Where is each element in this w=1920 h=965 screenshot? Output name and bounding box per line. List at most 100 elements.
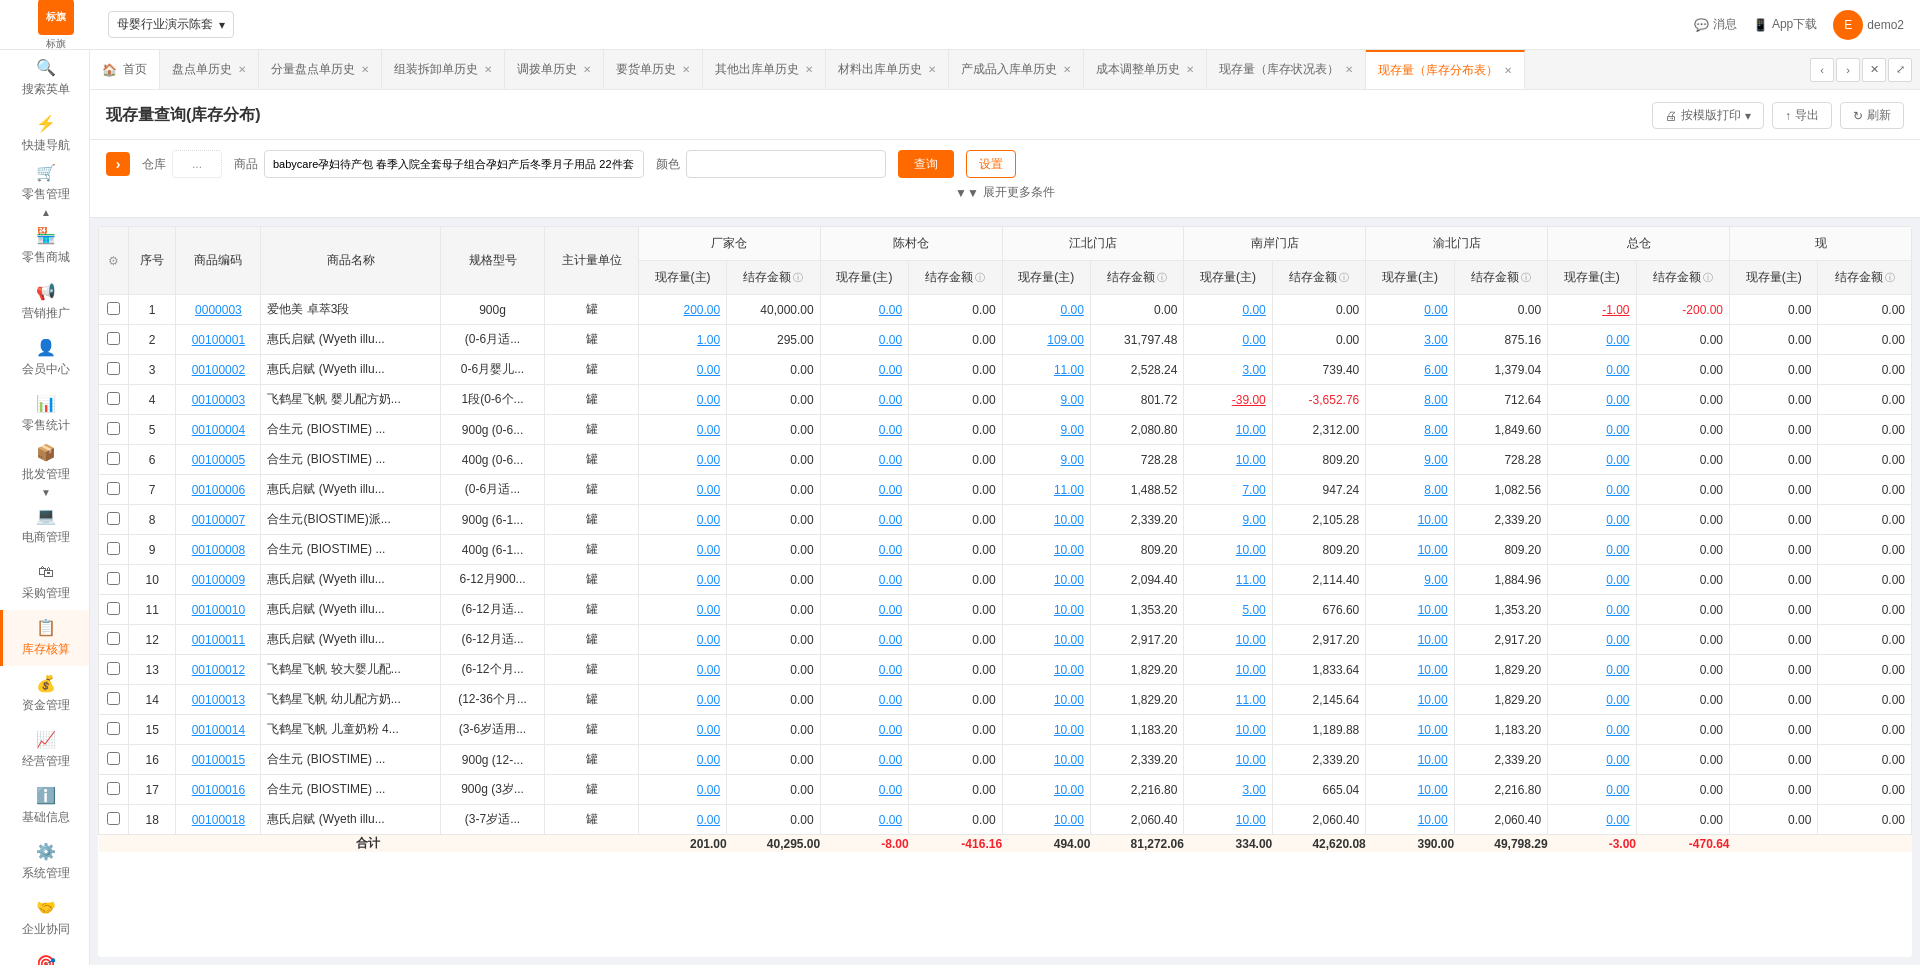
cell-jiangbei-qty[interactable]: 10.00 (1002, 625, 1090, 655)
cell-total-qty[interactable]: -1.00 (1548, 295, 1636, 325)
tab-requisition-history[interactable]: 要货单历史 ✕ (604, 50, 703, 90)
tab-cost-adjust[interactable]: 成本调整单历史 ✕ (1084, 50, 1207, 90)
cell-code[interactable]: 00100005 (176, 445, 261, 475)
cell-code[interactable]: 00100018 (176, 805, 261, 835)
cell-changjia-qty[interactable]: 0.00 (638, 535, 726, 565)
cell-changjia-qty[interactable]: 0.00 (638, 565, 726, 595)
export-btn[interactable]: ↑ 导出 (1772, 102, 1832, 129)
cell-changjia-qty[interactable]: 200.00 (638, 295, 726, 325)
cell-checkbox[interactable] (99, 385, 129, 415)
cell-code[interactable]: 0000003 (176, 295, 261, 325)
cell-checkbox[interactable] (99, 355, 129, 385)
cell-code[interactable]: 00100011 (176, 625, 261, 655)
cell-yubei-qty[interactable]: 3.00 (1366, 325, 1454, 355)
cell-jiangbei-qty[interactable]: 10.00 (1002, 715, 1090, 745)
cell-chencun-qty[interactable]: 0.00 (820, 805, 908, 835)
close-icon[interactable]: ✕ (805, 64, 813, 75)
warehouse-input[interactable] (172, 150, 222, 178)
cell-jiangbei-qty[interactable]: 9.00 (1002, 415, 1090, 445)
cell-code[interactable]: 00100013 (176, 685, 261, 715)
sidebar-item-wholesale[interactable]: 📦 批发管理 ▼ (0, 442, 89, 498)
cell-changjia-qty[interactable]: 0.00 (638, 355, 726, 385)
cell-total-qty[interactable]: 0.00 (1548, 625, 1636, 655)
filter-toggle-btn[interactable]: › (106, 152, 130, 176)
cell-jiangbei-qty[interactable]: 10.00 (1002, 535, 1090, 565)
tab-material-outbound[interactable]: 材料出库单历史 ✕ (826, 50, 949, 90)
close-icon[interactable]: ✕ (928, 64, 936, 75)
color-input[interactable] (686, 150, 886, 178)
cell-yubei-qty[interactable]: 10.00 (1366, 775, 1454, 805)
cell-chencun-qty[interactable]: 0.00 (820, 715, 908, 745)
cell-chencun-qty[interactable]: 0.00 (820, 745, 908, 775)
cell-total-qty[interactable]: 0.00 (1548, 745, 1636, 775)
cell-code[interactable]: 00100002 (176, 355, 261, 385)
cell-chencun-qty[interactable]: 0.00 (820, 685, 908, 715)
cell-nanan-qty[interactable]: 9.00 (1184, 505, 1272, 535)
sidebar-item-operations[interactable]: 📈 经营管理 (0, 722, 89, 778)
cell-nanan-qty[interactable]: -39.00 (1184, 385, 1272, 415)
cell-checkbox[interactable] (99, 745, 129, 775)
cell-code[interactable]: 00100010 (176, 595, 261, 625)
close-icon[interactable]: ✕ (1345, 64, 1353, 75)
cell-checkbox[interactable] (99, 625, 129, 655)
close-icon[interactable]: ✕ (238, 64, 246, 75)
close-icon[interactable]: ✕ (361, 64, 369, 75)
tab-transfer-history[interactable]: 调拨单历史 ✕ (505, 50, 604, 90)
cell-nanan-qty[interactable]: 10.00 (1184, 415, 1272, 445)
tab-stock-status[interactable]: 现存量（库存状况表） ✕ (1207, 50, 1366, 90)
cell-code[interactable]: 00100006 (176, 475, 261, 505)
cell-changjia-qty[interactable]: 0.00 (638, 655, 726, 685)
cell-yubei-qty[interactable]: 9.00 (1366, 445, 1454, 475)
cell-checkbox[interactable] (99, 475, 129, 505)
sidebar-item-purchasing[interactable]: 🛍 采购管理 (0, 554, 89, 610)
cell-yubei-qty[interactable]: 10.00 (1366, 745, 1454, 775)
user-area[interactable]: E demo2 (1833, 10, 1904, 40)
cell-jiangbei-qty[interactable]: 9.00 (1002, 385, 1090, 415)
cell-jiangbei-qty[interactable]: 10.00 (1002, 745, 1090, 775)
sidebar-item-basics[interactable]: ℹ️ 基础信息 (0, 778, 89, 834)
cell-nanan-qty[interactable]: 10.00 (1184, 745, 1272, 775)
cell-jiangbei-qty[interactable]: 10.00 (1002, 565, 1090, 595)
message-btn[interactable]: 💬 消息 (1694, 16, 1737, 33)
cell-code[interactable]: 00100012 (176, 655, 261, 685)
cell-yubei-qty[interactable]: 10.00 (1366, 505, 1454, 535)
close-icon[interactable]: ✕ (1186, 64, 1194, 75)
cell-total-qty[interactable]: 0.00 (1548, 595, 1636, 625)
tab-home[interactable]: 🏠 首页 (90, 50, 160, 90)
cell-changjia-qty[interactable]: 0.00 (638, 685, 726, 715)
cell-nanan-qty[interactable]: 10.00 (1184, 715, 1272, 745)
tab-stock-distribution[interactable]: 现存量（库存分布表） ✕ (1366, 50, 1525, 90)
cell-jiangbei-qty[interactable]: 10.00 (1002, 505, 1090, 535)
cell-jiangbei-qty[interactable]: 10.00 (1002, 655, 1090, 685)
cell-chencun-qty[interactable]: 0.00 (820, 655, 908, 685)
col-settings[interactable]: ⚙ (99, 227, 129, 295)
cell-nanan-qty[interactable]: 0.00 (1184, 295, 1272, 325)
cell-jiangbei-qty[interactable]: 11.00 (1002, 475, 1090, 505)
cell-yubei-qty[interactable]: 8.00 (1366, 385, 1454, 415)
sidebar-item-collab[interactable]: 🤝 企业协同 (0, 890, 89, 946)
cell-changjia-qty[interactable]: 0.00 (638, 715, 726, 745)
tab-partial-stocktake[interactable]: 分量盘点单历史 ✕ (259, 50, 382, 90)
cell-code[interactable]: 00100009 (176, 565, 261, 595)
cell-checkbox[interactable] (99, 595, 129, 625)
cell-total-qty[interactable]: 0.00 (1548, 565, 1636, 595)
cell-total-qty[interactable]: 0.00 (1548, 505, 1636, 535)
cell-total-qty[interactable]: 0.00 (1548, 415, 1636, 445)
cell-yubei-qty[interactable]: 10.00 (1366, 805, 1454, 835)
cell-yubei-qty[interactable]: 10.00 (1366, 685, 1454, 715)
sidebar-item-retail-mall[interactable]: 🏪 零售商城 (0, 218, 89, 274)
sidebar-item-retail-stats[interactable]: 📊 零售统计 (0, 386, 89, 442)
sidebar-item-guide[interactable]: 🎯 新手引导 (0, 946, 89, 965)
cell-yubei-qty[interactable]: 10.00 (1366, 625, 1454, 655)
cell-yubei-qty[interactable]: 10.00 (1366, 715, 1454, 745)
cell-total-qty[interactable]: 0.00 (1548, 535, 1636, 565)
cell-checkbox[interactable] (99, 655, 129, 685)
cell-total-qty[interactable]: 0.00 (1548, 355, 1636, 385)
cell-jiangbei-qty[interactable]: 109.00 (1002, 325, 1090, 355)
cell-code[interactable]: 00100001 (176, 325, 261, 355)
cell-code[interactable]: 00100015 (176, 745, 261, 775)
cell-jiangbei-qty[interactable]: 10.00 (1002, 595, 1090, 625)
cell-jiangbei-qty[interactable]: 10.00 (1002, 685, 1090, 715)
cell-changjia-qty[interactable]: 0.00 (638, 475, 726, 505)
cell-total-qty[interactable]: 0.00 (1548, 655, 1636, 685)
